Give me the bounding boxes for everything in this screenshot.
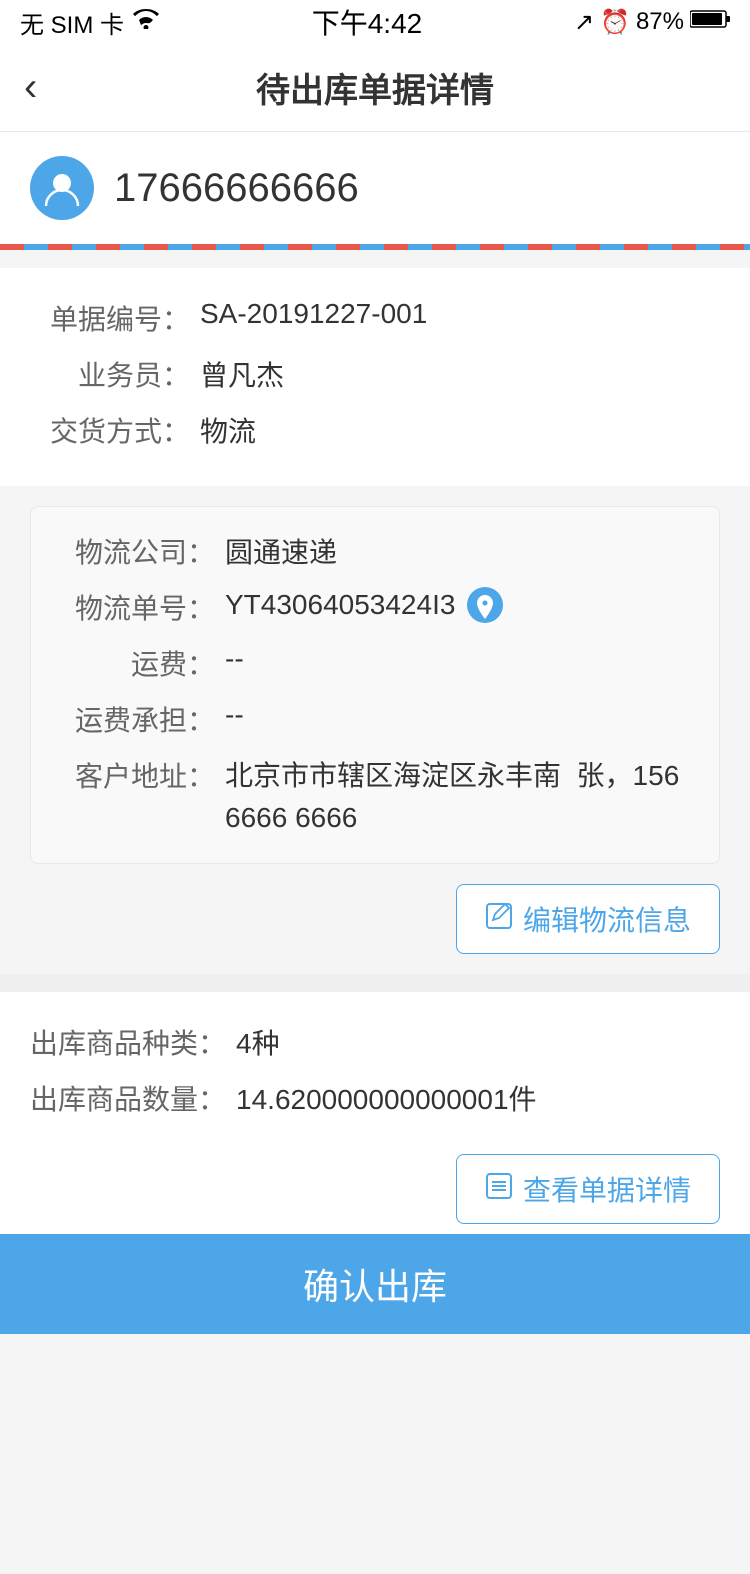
view-details-button[interactable]: 查看单据详情: [456, 1154, 720, 1224]
customer-phone: 17666666666: [114, 166, 359, 211]
freight-bearer-value: --: [215, 699, 695, 731]
sales-person-label: 业务员：: [30, 354, 190, 394]
freight-bearer-row: 运费承担： --: [55, 699, 695, 739]
goods-section: 出库商品种类： 4种 出库商品数量： 14.620000000000001件: [0, 992, 750, 1154]
order-no-row: 单据编号： SA-20191227-001: [30, 298, 720, 338]
delivery-method-value: 物流: [190, 410, 720, 450]
wifi-icon: [132, 8, 160, 36]
goods-quantity-value: 14.620000000000001件: [226, 1078, 720, 1118]
address-row: 客户地址： 北京市市辖区海淀区永丰南 张，156 6666 6666: [55, 755, 695, 839]
goods-quantity-row: 出库商品数量： 14.620000000000001件: [30, 1078, 720, 1118]
customer-section: 17666666666: [0, 132, 750, 244]
location-service-icon: ↗: [574, 8, 594, 37]
goods-types-row: 出库商品种类： 4种: [30, 1022, 720, 1062]
avatar: [30, 156, 94, 220]
logistics-company-row: 物流公司： 圆通速递: [55, 531, 695, 571]
dashed-divider: [0, 244, 750, 250]
freight-row: 运费： --: [55, 643, 695, 683]
edit-logistics-button[interactable]: 编辑物流信息: [456, 884, 720, 954]
section-divider: [0, 974, 750, 992]
edit-btn-row: 编辑物流信息: [0, 884, 750, 974]
location-pin-icon[interactable]: [467, 587, 503, 623]
sales-person-value: 曾凡杰: [190, 354, 720, 394]
sim-status: 无 SIM 卡: [20, 5, 124, 40]
goods-types-label: 出库商品种类：: [30, 1022, 226, 1062]
view-details-label: 查看单据详情: [523, 1169, 691, 1209]
logistics-card: 物流公司： 圆通速递 物流单号： YT43064053424I3 运费： -- …: [30, 506, 720, 864]
tracking-no-row: 物流单号： YT43064053424I3: [55, 587, 695, 627]
status-time: 下午4:42: [312, 2, 423, 42]
address-label: 客户地址：: [55, 755, 215, 795]
confirm-button-bar[interactable]: 确认出库: [0, 1234, 750, 1334]
nav-bar: ‹ 待出库单据详情: [0, 44, 750, 132]
goods-quantity-label: 出库商品数量：: [30, 1078, 226, 1118]
edit-logistics-label: 编辑物流信息: [523, 899, 691, 939]
list-icon: [485, 1172, 513, 1207]
alarm-icon: ⏰: [600, 8, 630, 37]
main-content: 17666666666 单据编号： SA-20191227-001 业务员： 曾…: [0, 132, 750, 1574]
tracking-no-label: 物流单号：: [55, 587, 215, 627]
sales-person-row: 业务员： 曾凡杰: [30, 354, 720, 394]
page-title: 待出库单据详情: [256, 63, 494, 112]
order-no-value: SA-20191227-001: [190, 298, 720, 330]
back-icon: ‹: [24, 65, 37, 109]
delivery-method-row: 交货方式： 物流: [30, 410, 720, 450]
address-value: 北京市市辖区海淀区永丰南 张，156 6666 6666: [215, 755, 695, 839]
order-info-section: 单据编号： SA-20191227-001 业务员： 曾凡杰 交货方式： 物流: [0, 268, 750, 486]
status-bar: 无 SIM 卡 下午4:42 ↗ ⏰ 87%: [0, 0, 750, 44]
tracking-no-value: YT43064053424I3: [215, 587, 695, 623]
logistics-company-label: 物流公司：: [55, 531, 215, 571]
freight-label: 运费：: [55, 643, 215, 683]
status-left: 无 SIM 卡: [20, 5, 160, 40]
delivery-method-label: 交货方式：: [30, 410, 190, 450]
logistics-company-value: 圆通速递: [215, 531, 695, 571]
confirm-btn-label: 确认出库: [303, 1258, 447, 1310]
edit-icon: [485, 902, 513, 937]
status-right: ↗ ⏰ 87%: [574, 8, 730, 37]
goods-types-value: 4种: [226, 1022, 720, 1062]
battery-icon: [690, 8, 730, 36]
back-button[interactable]: ‹: [24, 65, 37, 110]
freight-value: --: [215, 643, 695, 675]
order-no-label: 单据编号：: [30, 298, 190, 338]
battery-level: 87%: [636, 8, 684, 36]
freight-bearer-label: 运费承担：: [55, 699, 215, 739]
